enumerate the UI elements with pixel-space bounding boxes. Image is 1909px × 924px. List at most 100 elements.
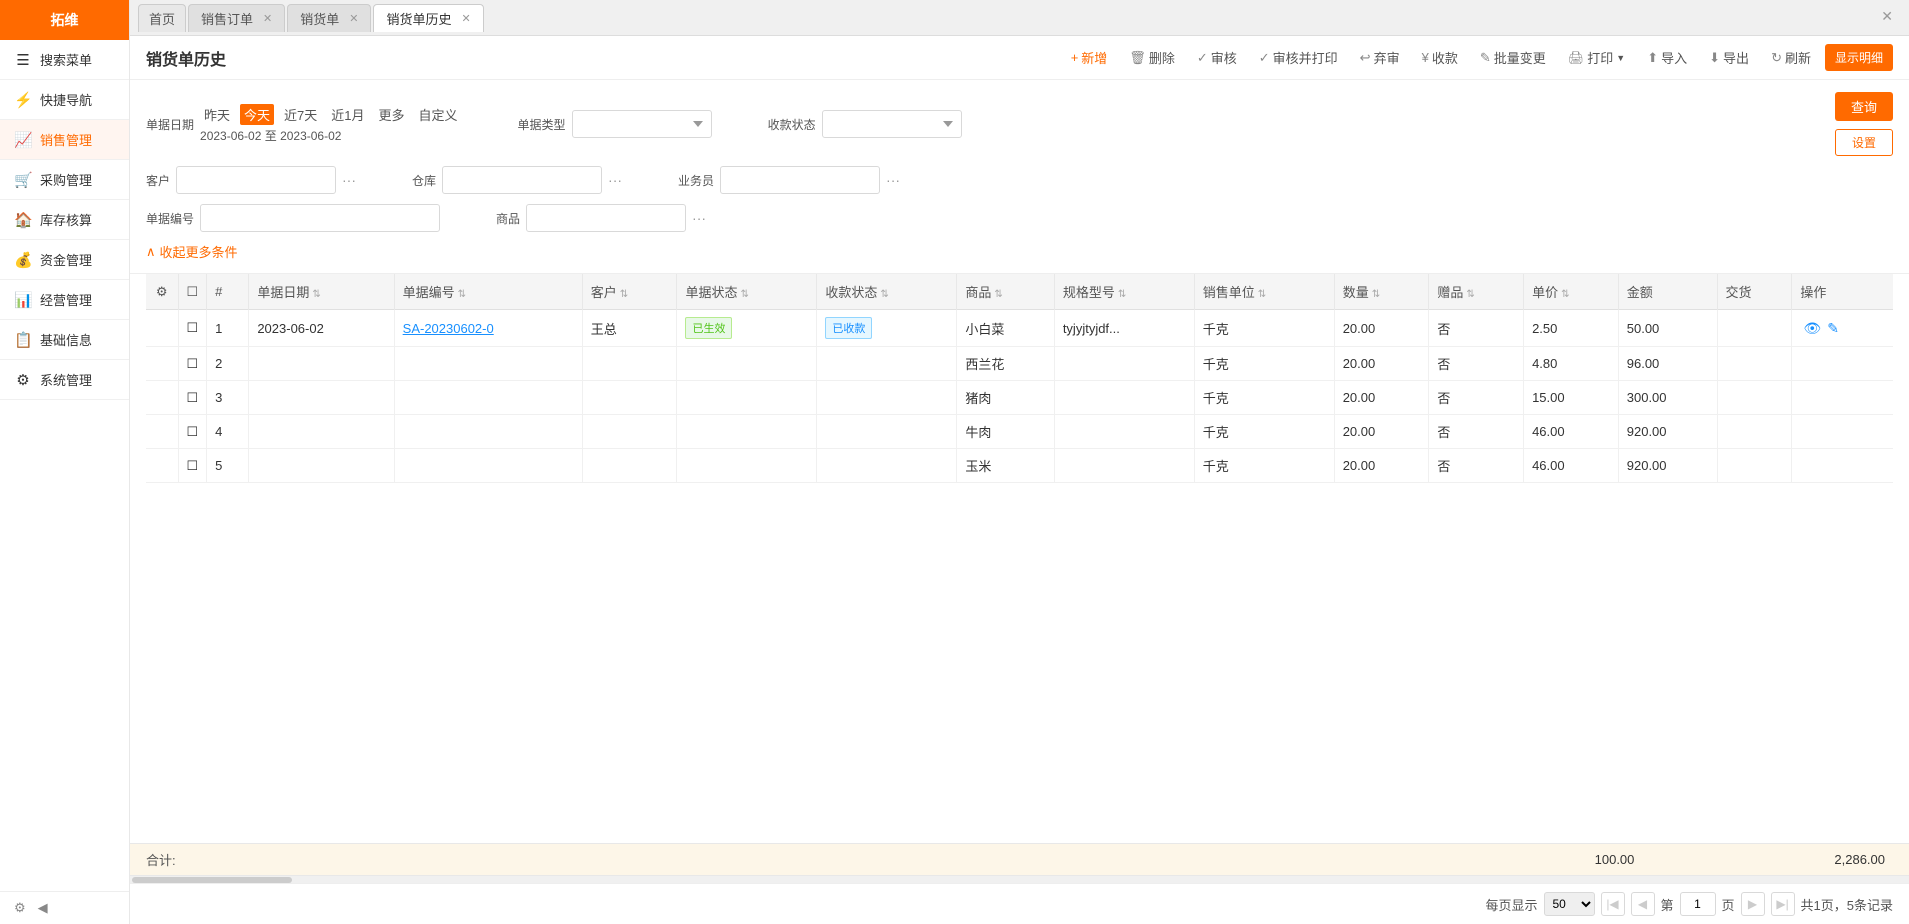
- set-button[interactable]: 设置: [1835, 129, 1893, 156]
- view-action-icon[interactable]: 👁: [1803, 320, 1821, 336]
- table-body: ☐ 1 2023-06-02 SA-20230602-0 王总 已生效 已收款 …: [146, 310, 1893, 483]
- doc-status-badge: 已生效: [685, 317, 732, 339]
- type-select[interactable]: [572, 110, 712, 138]
- shortcut-7days[interactable]: 近7天: [280, 104, 321, 125]
- next-page-button[interactable]: ▶: [1741, 892, 1765, 916]
- tab-sales-order-close[interactable]: ✕: [263, 12, 272, 25]
- first-page-button[interactable]: |◀: [1601, 892, 1625, 916]
- th-gift[interactable]: 赠品⇅: [1429, 274, 1524, 310]
- sidebar-settings-icon[interactable]: ⚙: [14, 900, 26, 916]
- th-spec-type[interactable]: 规格型号⇅: [1054, 274, 1194, 310]
- row-actions: [1792, 415, 1893, 449]
- th-doc-status[interactable]: 单据状态⇅: [677, 274, 817, 310]
- warehouse-ellipsis[interactable]: ···: [608, 172, 622, 188]
- sidebar-item-sys-mgmt[interactable]: ⚙ 系统管理: [0, 360, 129, 400]
- goods-input[interactable]: [526, 204, 686, 232]
- sidebar-item-inventory-calc[interactable]: 🏠 库存核算: [0, 200, 129, 240]
- row-checkbox[interactable]: ☐: [178, 415, 207, 449]
- row-checkbox[interactable]: ☐: [178, 310, 207, 347]
- horizontal-scrollbar[interactable]: [130, 875, 1909, 883]
- th-goods[interactable]: 商品⇅: [957, 274, 1054, 310]
- row-customer: [582, 415, 677, 449]
- staff-ellipsis[interactable]: ···: [886, 172, 900, 188]
- export-button[interactable]: ⬇ 导出: [1701, 44, 1757, 71]
- new-button[interactable]: + 新增: [1063, 44, 1116, 71]
- goods-ellipsis[interactable]: ···: [692, 210, 706, 226]
- row-unit: 千克: [1194, 415, 1334, 449]
- shortcut-custom[interactable]: 自定义: [415, 104, 462, 125]
- export-icon: ⬇: [1709, 50, 1720, 66]
- audit-button[interactable]: ✓ 审核: [1189, 44, 1245, 71]
- th-payment-status[interactable]: 收款状态⇅: [817, 274, 957, 310]
- sidebar-item-label: 经营管理: [40, 290, 92, 309]
- customer-input[interactable]: [176, 166, 336, 194]
- th-quantity[interactable]: 数量⇅: [1334, 274, 1429, 310]
- sidebar-item-ops-mgmt[interactable]: 📊 经营管理: [0, 280, 129, 320]
- doc-no-link[interactable]: SA-20230602-0: [403, 321, 494, 336]
- page-number-input[interactable]: [1680, 892, 1716, 916]
- shortcut-1month[interactable]: 近1月: [327, 104, 368, 125]
- row-checkbox[interactable]: ☐: [178, 381, 207, 415]
- tab-sales-order[interactable]: 销售订单 ✕: [188, 4, 285, 32]
- th-doc-no[interactable]: 单据编号⇅: [394, 274, 582, 310]
- batch-change-button[interactable]: ✎ 批量变更: [1472, 44, 1554, 71]
- shortcut-yesterday[interactable]: 昨天: [200, 104, 234, 125]
- tab-sales-goods[interactable]: 销货单 ✕: [287, 4, 371, 32]
- tab-sales-goods-close[interactable]: ✕: [349, 12, 358, 25]
- query-button[interactable]: 查询: [1835, 92, 1893, 121]
- tab-sales-history[interactable]: 销货单历史 ✕: [373, 4, 483, 32]
- row-delivery: [1717, 449, 1792, 483]
- basic-icon: 📋: [14, 331, 32, 349]
- sidebar-item-sales-mgmt[interactable]: 📈 销售管理: [0, 120, 129, 160]
- abandon-button[interactable]: ↩ 弃审: [1352, 44, 1408, 71]
- collect-button[interactable]: ¥ 收款: [1414, 44, 1466, 71]
- collapse-button[interactable]: ∧ 收起更多条件: [146, 242, 1893, 261]
- last-page-button[interactable]: ▶|: [1771, 892, 1795, 916]
- per-page-select[interactable]: 50 100: [1544, 892, 1595, 916]
- warehouse-input[interactable]: [442, 166, 602, 194]
- row-checkbox[interactable]: ☐: [178, 347, 207, 381]
- edit-action-icon[interactable]: ✎: [1827, 320, 1839, 336]
- th-settings[interactable]: ⚙: [146, 274, 178, 310]
- delete-button[interactable]: 🗑 删除: [1121, 44, 1183, 71]
- th-doc-date[interactable]: 单据日期⇅: [249, 274, 394, 310]
- tab-home[interactable]: 首页: [138, 4, 186, 32]
- content-area: 销货单历史 + 新增 🗑 删除 ✓ 审核 ✓ 审核并打印 ↩ 弃审: [130, 36, 1909, 924]
- prev-page-button[interactable]: ◀: [1631, 892, 1655, 916]
- row-unit: 千克: [1194, 347, 1334, 381]
- staff-input[interactable]: [720, 166, 880, 194]
- print-dropdown-icon: ▼: [1616, 53, 1625, 63]
- row-doc-status: 已生效: [677, 310, 817, 347]
- row-checkbox[interactable]: ☐: [178, 449, 207, 483]
- sidebar-item-search-menu[interactable]: ☰ 搜索菜单: [0, 40, 129, 80]
- docno-input[interactable]: [200, 204, 440, 232]
- sidebar-item-finance-mgmt[interactable]: 💰 资金管理: [0, 240, 129, 280]
- th-unit-price[interactable]: 单价⇅: [1524, 274, 1619, 310]
- show-detail-button[interactable]: 显示明细: [1825, 44, 1893, 71]
- sidebar-item-purchase-mgmt[interactable]: 🛒 采购管理: [0, 160, 129, 200]
- row-doc-date: [249, 347, 394, 381]
- shortcut-more[interactable]: 更多: [375, 104, 409, 125]
- customer-ellipsis[interactable]: ···: [342, 172, 356, 188]
- shortcut-today[interactable]: 今天: [240, 104, 274, 125]
- customer-label: 客户: [146, 172, 170, 189]
- import-button[interactable]: ⬆ 导入: [1639, 44, 1695, 71]
- print-button[interactable]: 🖨 打印 ▼: [1560, 44, 1633, 71]
- audit-print-button[interactable]: ✓ 审核并打印: [1251, 44, 1346, 71]
- sidebar-item-quick-nav[interactable]: ⚡ 快捷导航: [0, 80, 129, 120]
- scrollbar-thumb[interactable]: [132, 877, 292, 883]
- row-customer: 王总: [582, 310, 677, 347]
- tab-home-label: 首页: [149, 9, 175, 28]
- row-spec-type: [1054, 449, 1194, 483]
- tab-sales-history-close[interactable]: ✕: [462, 12, 471, 25]
- sidebar-toggle-icon[interactable]: ◀: [38, 900, 48, 916]
- finance-icon: 💰: [14, 251, 32, 269]
- refresh-button[interactable]: ↻ 刷新: [1763, 44, 1819, 71]
- th-unit[interactable]: 销售单位⇅: [1194, 274, 1334, 310]
- payment-select[interactable]: [822, 110, 962, 138]
- th-customer[interactable]: 客户⇅: [582, 274, 677, 310]
- window-close-icon[interactable]: ✕: [1881, 8, 1893, 25]
- sidebar-item-basic-info[interactable]: 📋 基础信息: [0, 320, 129, 360]
- tabs-bar: 首页 销售订单 ✕ 销货单 ✕ 销货单历史 ✕ ✕: [130, 0, 1909, 36]
- row-unit-price: 46.00: [1524, 449, 1619, 483]
